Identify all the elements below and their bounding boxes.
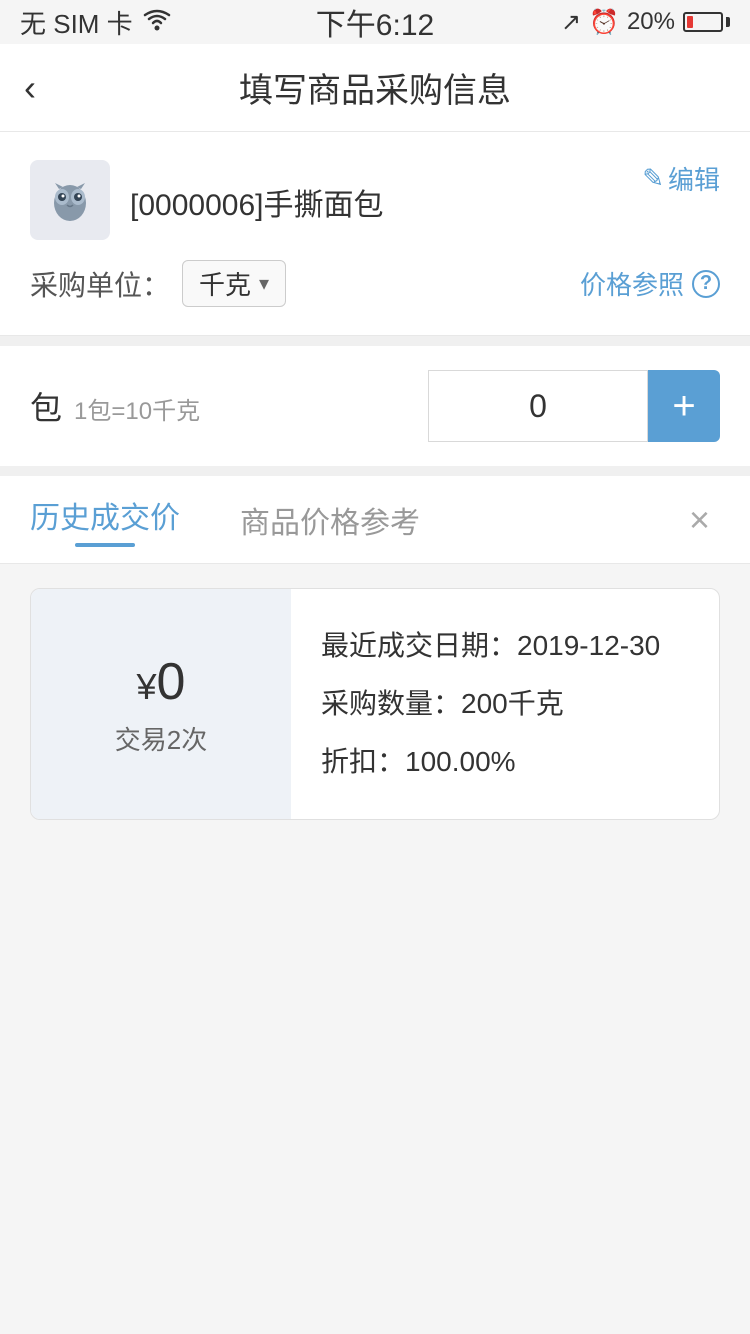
price-prefix: ¥ <box>137 666 157 707</box>
sim-label: 无 SIM 卡 <box>20 4 133 41</box>
purchase-qty-row: 采购数量：200千克 <box>321 683 689 725</box>
product-header-left: [0000006]手撕面包 <box>30 160 383 240</box>
product-header: [0000006]手撕面包 ✎ 编辑 <box>30 160 720 240</box>
edit-label: 编辑 <box>668 160 720 197</box>
price-ref-label: 价格参照 <box>580 265 684 302</box>
history-card: ¥0 交易2次 最近成交日期：2019-12-30 采购数量：200千克 折扣：… <box>30 588 720 820</box>
qty-plus-button[interactable]: + <box>648 370 720 442</box>
alarm-icon: ⏰ <box>589 8 619 37</box>
history-right: 最近成交日期：2019-12-30 采购数量：200千克 折扣：100.00% <box>291 589 719 819</box>
nav-bar: ‹ 填写商品采购信息 <box>0 44 750 132</box>
history-price: ¥0 <box>137 652 186 712</box>
battery-icon <box>683 12 730 32</box>
price-ref-button[interactable]: 价格参照 ? <box>580 265 720 302</box>
tab-history-price[interactable]: 历史成交价 <box>30 476 180 564</box>
quantity-section: 包 1包=10千克 0 + <box>0 336 750 476</box>
history-content: ¥0 交易2次 最近成交日期：2019-12-30 采购数量：200千克 折扣：… <box>0 564 750 1064</box>
tab2-label: 商品价格参考 <box>240 498 420 542</box>
qty-input[interactable]: 0 <box>428 370 648 442</box>
back-button[interactable]: ‹ <box>24 67 36 109</box>
purchase-qty-value: 200千克 <box>461 688 564 719</box>
unit-selector-group: 采购单位： 千克 ▾ <box>30 260 286 307</box>
tab-product-price-ref[interactable]: 商品价格参考 <box>240 476 420 564</box>
unit-label: 采购单位： <box>30 264 170 304</box>
history-left: ¥0 交易2次 <box>31 589 291 819</box>
purchase-qty-label: 采购数量： <box>321 688 461 719</box>
discount-row: 折扣：100.00% <box>321 741 689 783</box>
page-title: 填写商品采购信息 <box>239 63 511 112</box>
tab1-underline <box>75 543 135 547</box>
battery-percent: 20% <box>627 8 675 36</box>
recent-date-label: 最近成交日期： <box>321 630 517 661</box>
discount-value: 100.00% <box>405 746 516 777</box>
unit-selector[interactable]: 千克 ▾ <box>182 260 286 307</box>
status-bar: 无 SIM 卡 下午6:12 ↗ ⏰ 20% <box>0 0 750 44</box>
location-icon: ↗ <box>561 8 581 37</box>
tab1-label: 历史成交价 <box>30 493 180 537</box>
tab-close-button[interactable]: × <box>679 489 720 551</box>
edit-icon: ✎ <box>642 163 664 194</box>
product-icon <box>30 160 110 240</box>
unit-value: 千克 <box>199 265 251 302</box>
qty-conversion: 1包=10千克 <box>74 391 200 426</box>
status-left: 无 SIM 卡 <box>20 4 171 41</box>
wifi-icon <box>143 7 171 38</box>
unit-selector-arrow: ▾ <box>259 271 269 296</box>
status-right: ↗ ⏰ 20% <box>561 8 730 37</box>
price-ref-icon: ? <box>692 270 720 298</box>
unit-row: 采购单位： 千克 ▾ 价格参照 ? <box>30 260 720 307</box>
qty-label-group: 包 1包=10千克 <box>30 383 200 429</box>
status-time: 下午6:12 <box>316 0 434 44</box>
price-value: 0 <box>157 653 186 711</box>
product-card: [0000006]手撕面包 ✎ 编辑 采购单位： 千克 ▾ 价格参照 ? <box>0 132 750 336</box>
discount-label: 折扣： <box>321 746 405 777</box>
trade-count: 交易2次 <box>115 720 207 757</box>
product-name: [0000006]手撕面包 <box>130 180 383 224</box>
tabs-section: 历史成交价 商品价格参考 × <box>0 476 750 564</box>
recent-date-row: 最近成交日期：2019-12-30 <box>321 625 689 667</box>
qty-input-group: 0 + <box>428 370 720 442</box>
edit-button[interactable]: ✎ 编辑 <box>642 160 720 197</box>
qty-unit: 包 <box>30 383 62 429</box>
recent-date-value: 2019-12-30 <box>517 630 660 661</box>
tabs-left: 历史成交价 商品价格参考 <box>30 476 420 564</box>
